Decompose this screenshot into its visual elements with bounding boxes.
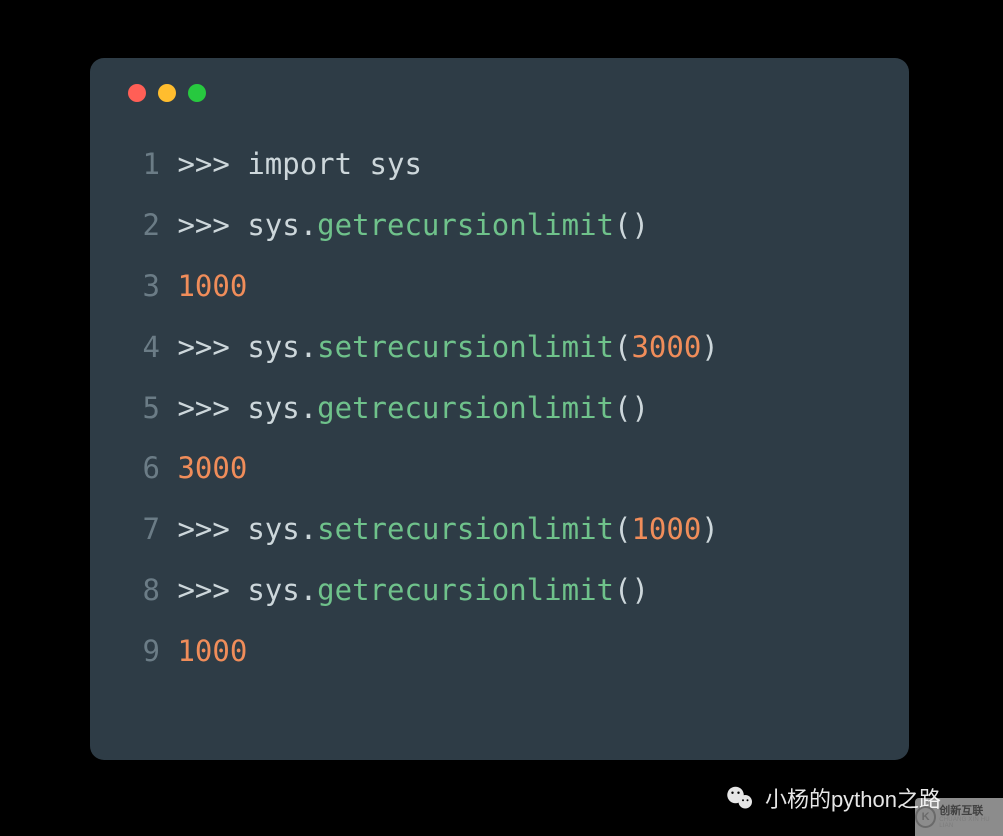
line-number: 7 [122, 499, 160, 560]
line-number: 6 [122, 438, 160, 499]
watermark: K 创新互联 CHUANG XIN HU LIAN [915, 798, 1003, 836]
code-line: 2 >>> sys.getrecursionlimit() [122, 195, 877, 256]
watermark-cn: 创新互联 [939, 806, 1003, 817]
code-content: 3000 [177, 438, 247, 499]
code-line: 8 >>> sys.getrecursionlimit() [122, 560, 877, 621]
code-content: >>> sys.setrecursionlimit(3000) [177, 317, 718, 378]
code-content: >>> sys.setrecursionlimit(1000) [177, 499, 718, 560]
code-content: 1000 [177, 256, 247, 317]
code-content: >>> import sys [177, 134, 421, 195]
close-icon[interactable] [128, 84, 146, 102]
code-line: 7 >>> sys.setrecursionlimit(1000) [122, 499, 877, 560]
wechat-icon [725, 783, 755, 813]
line-number: 5 [122, 378, 160, 439]
code-line: 6 3000 [122, 438, 877, 499]
code-content: >>> sys.getrecursionlimit() [177, 378, 648, 439]
watermark-logo-icon: K [915, 806, 936, 828]
line-number: 3 [122, 256, 160, 317]
line-number: 4 [122, 317, 160, 378]
code-block: 1 >>> import sys2 >>> sys.getrecursionli… [122, 134, 877, 682]
code-content: >>> sys.getrecursionlimit() [177, 560, 648, 621]
attribution: 小杨的python之路 [725, 782, 941, 814]
code-line: 5 >>> sys.getrecursionlimit() [122, 378, 877, 439]
terminal-window: 1 >>> import sys2 >>> sys.getrecursionli… [90, 58, 909, 760]
code-content: >>> sys.getrecursionlimit() [177, 195, 648, 256]
line-number: 2 [122, 195, 160, 256]
watermark-en: CHUANG XIN HU LIAN [939, 817, 1003, 829]
window-titlebar [128, 84, 877, 102]
code-line: 9 1000 [122, 621, 877, 682]
code-content: 1000 [177, 621, 247, 682]
code-line: 3 1000 [122, 256, 877, 317]
minimize-icon[interactable] [158, 84, 176, 102]
line-number: 1 [122, 134, 160, 195]
line-number: 9 [122, 621, 160, 682]
line-number: 8 [122, 560, 160, 621]
code-line: 4 >>> sys.setrecursionlimit(3000) [122, 317, 877, 378]
code-line: 1 >>> import sys [122, 134, 877, 195]
zoom-icon[interactable] [188, 84, 206, 102]
